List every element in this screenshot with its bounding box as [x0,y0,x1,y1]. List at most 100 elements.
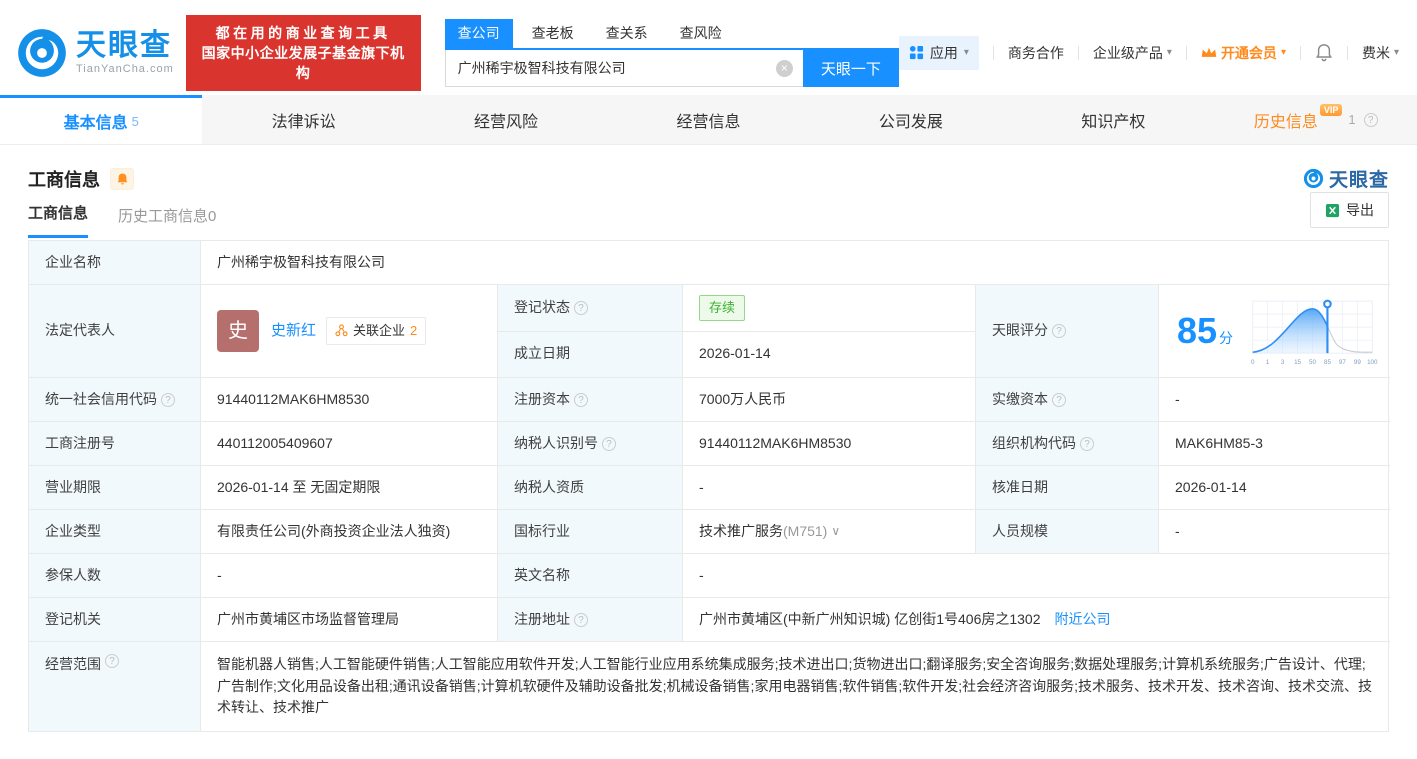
caret-down-icon: ▾ [1394,47,1399,58]
legal-rep-avatar[interactable]: 史 [217,310,259,352]
chart-tick-labels: 0 1 3 15 50 85 97 99 100 [1251,359,1378,366]
subtab-history-business-info[interactable]: 历史工商信息0 [118,205,216,238]
field-value-legal-rep: 史 史新红 关联企业 2 [201,285,498,378]
label-text: 登记机关 [45,609,101,631]
logo-domain: TianYanCha.com [76,63,174,75]
org-code: MAK6HM85-3 [1175,433,1263,455]
search-input[interactable] [445,50,803,87]
help-icon[interactable]: ? [1052,324,1066,338]
menu-enterprise-products[interactable]: 企业级产品 ▾ [1093,43,1172,63]
establish-date: 2026-01-14 [699,343,771,365]
menu-divider [1347,46,1348,60]
tab-legal-proceedings[interactable]: 法律诉讼 [202,95,404,144]
field-value-reg-address: 广州市黄埔区(中新广州知识城) 亿创街1号406房之1302 附近公司 [683,598,1390,642]
svg-text:0: 0 [1251,359,1255,366]
help-icon[interactable]: ? [105,654,119,668]
subtab-count: 0 [208,208,216,225]
network-icon [335,324,348,337]
help-icon[interactable]: ? [1052,393,1066,407]
banner-line2: 国家中小企业发展子基金旗下机构 [196,43,411,83]
reg-authority: 广州市黄埔区市场监督管理局 [217,609,399,631]
caret-down-icon: ▾ [1281,47,1286,58]
search-button[interactable]: 天眼一下 [803,50,899,87]
label-text: 实缴资本 [992,389,1048,411]
tab-intellectual-property[interactable]: 知识产权 [1012,95,1214,144]
label-text: 统一社会信用代码 [45,389,157,411]
svg-text:3: 3 [1281,359,1285,366]
menu-user-account[interactable]: 费米 ▾ [1362,43,1399,63]
reg-capital: 7000万人民币 [699,389,786,411]
label-text: 注册地址 [514,609,570,631]
apps-label: 应用 [930,43,958,63]
label-text: 组织机构代码 [992,433,1076,455]
taxpayer-qualification: - [699,477,704,499]
help-icon[interactable]: ? [574,393,588,407]
search-tab-company[interactable]: 查公司 [445,19,513,48]
top-header: 天眼查 TianYanCha.com 都在用的商业查询工具 国家中小企业发展子基… [0,0,1417,95]
open-vip-label: 开通会员 [1221,43,1277,63]
staff-size: - [1175,521,1180,543]
menu-cooperation[interactable]: 商务合作 [1008,43,1064,63]
menu-open-vip[interactable]: 开通会员 ▾ [1201,43,1286,63]
legal-rep-name-link[interactable]: 史新红 [271,319,316,342]
subtab-label: 历史工商信息 [118,208,208,225]
chevron-down-icon[interactable]: ∨ [831,522,840,541]
tab-operation-risk[interactable]: 经营风险 [405,95,607,144]
orange-bell-icon [116,172,129,186]
tianyancha-eye-icon [1303,168,1324,189]
field-value-taxpayer-id: 91440112MAK6HM8530 [683,422,976,466]
help-icon[interactable]: ? [602,437,616,451]
status-badge: 存续 [699,295,745,321]
reg-address: 广州市黄埔区(中新广州知识城) 亿创街1号406房之1302 [699,609,1041,631]
help-icon[interactable]: ? [574,613,588,627]
field-label-business-term: 营业期限 [29,466,201,510]
field-label-legal-rep: 法定代表人 [29,285,201,378]
field-value-staff-size: - [1159,510,1390,554]
caret-down-icon: ▾ [1167,47,1172,58]
field-label-industry: 国标行业 [498,510,683,554]
tab-operation-info[interactable]: 经营信息 [607,95,809,144]
label-text: 企业名称 [45,252,101,274]
subtab-business-info[interactable]: 工商信息 [28,202,88,238]
svg-text:85: 85 [1324,359,1331,366]
search-tab-relation[interactable]: 查关系 [593,19,661,48]
field-value-company-type: 有限责任公司(外商投资企业法人独资) [201,510,498,554]
apps-menu[interactable]: 应用 ▾ [899,36,979,70]
help-icon[interactable]: ? [161,393,175,407]
tab-basic-info[interactable]: 基本信息 5 [0,95,202,144]
label-text: 天眼评分 [992,320,1048,342]
help-icon[interactable]: ? [574,301,588,315]
field-value-reg-number: 440112005409607 [201,422,498,466]
tab-label: 知识产权 [1081,108,1145,132]
export-button[interactable]: 导出 [1310,192,1389,228]
field-label-company-name: 企业名称 [29,241,201,285]
cooperation-label: 商务合作 [1008,43,1064,63]
search-tabs: 查公司 查老板 查关系 查风险 [445,19,899,50]
nearby-companies-link[interactable]: 附近公司 [1055,609,1111,631]
related-companies-badge[interactable]: 关联企业 2 [326,317,426,345]
field-label-staff-size: 人员规模 [976,510,1159,554]
help-icon[interactable]: ? [1080,437,1094,451]
tianyancha-logo[interactable]: 天眼查 TianYanCha.com [16,27,174,79]
score-value: 85 分 [1177,313,1233,350]
field-value-taxpayer-qualification: - [683,466,976,510]
help-icon[interactable]: ? [1364,113,1378,127]
clear-search-icon[interactable]: × [776,60,793,77]
menu-divider [993,46,994,60]
label-text: 核准日期 [992,477,1048,499]
monitor-bell-button[interactable] [110,168,134,190]
field-value-english-name: - [683,554,1390,598]
tab-history-info[interactable]: 历史信息 VIP 1 ? [1215,95,1417,144]
field-label-score: 天眼评分 ? [976,285,1159,378]
field-label-reg-address: 注册地址 ? [498,598,683,642]
industry-name: 技术推广服务 [699,521,783,543]
subtab-row: 工商信息 历史工商信息0 导出 [0,196,1417,238]
search-tab-boss[interactable]: 查老板 [519,19,587,48]
header-menu: 应用 ▾ 商务合作 企业级产品 ▾ 开通会员 ▾ 费米 ▾ [899,36,1399,70]
excel-icon [1325,203,1340,218]
logo-title: 天眼查 [76,31,174,61]
field-label-insured-count: 参保人数 [29,554,201,598]
search-tab-risk[interactable]: 查风险 [667,19,735,48]
notification-bell-icon[interactable] [1315,43,1333,62]
tab-company-development[interactable]: 公司发展 [810,95,1012,144]
